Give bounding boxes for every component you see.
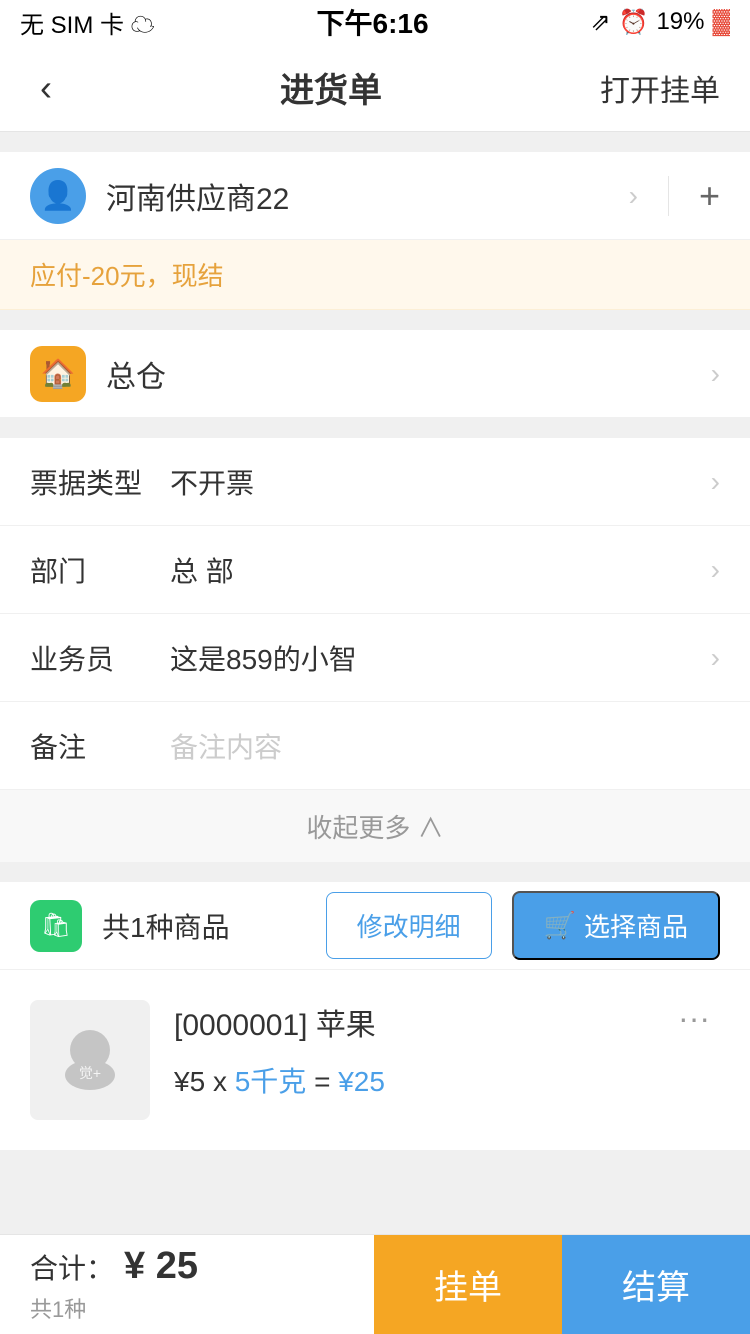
remark-row[interactable]: 备注 备注内容 — [0, 702, 750, 790]
product-unit-price: ¥5 — [174, 1066, 205, 1097]
product-header: 🛍 共1种商品 修改明细 🛒 选择商品 — [0, 882, 750, 970]
product-count: 共1种商品 — [102, 906, 306, 946]
supplier-row[interactable]: 👤 河南供应商22 › + — [0, 152, 750, 240]
suspend-button[interactable]: 挂单 — [374, 1235, 562, 1334]
total-label: 合计： — [30, 1247, 114, 1287]
salesperson-value: 这是859的小智 — [170, 638, 711, 678]
department-chevron-icon: › — [711, 554, 720, 586]
total-amount: ¥ 25 — [124, 1245, 198, 1288]
location-icon: ⇗ — [590, 8, 610, 37]
warning-bar: 应付-20元，现结 — [0, 240, 750, 310]
product-quantity: 5千克 — [235, 1066, 307, 1097]
department-label: 部门 — [30, 550, 170, 590]
open-suspend-button[interactable]: 打开挂单 — [600, 66, 720, 110]
collapse-label: 收起更多 ∧ — [306, 808, 443, 845]
invoice-type-value: 不开票 — [170, 462, 711, 502]
product-name: [0000001] 苹果 — [174, 1000, 644, 1044]
gap-2 — [0, 310, 750, 330]
select-product-button[interactable]: 🛒 选择商品 — [512, 891, 720, 960]
invoice-type-chevron-icon: › — [711, 466, 720, 498]
salesperson-label: 业务员 — [30, 638, 170, 678]
supplier-row-right: › + — [629, 175, 720, 217]
gap-1 — [0, 132, 750, 152]
total-sub: 共1种 — [30, 1292, 344, 1324]
product-thumbnail: 觉+ — [30, 1000, 150, 1120]
sim-signal: 无 SIM 卡 ☁ — [20, 5, 155, 40]
bottom-bar: 合计： ¥ 25 共1种 挂单 结算 — [0, 1234, 750, 1334]
supplier-avatar: 👤 — [30, 168, 86, 224]
supplier-name: 河南供应商22 — [106, 174, 629, 218]
product-info: [0000001] 苹果 ¥5 x 5千克 = ¥25 — [174, 1000, 644, 1100]
product-equals: = — [314, 1066, 338, 1097]
warning-text: 应付-20元，现结 — [30, 261, 224, 291]
supplier-section: 👤 河南供应商22 › + 应付-20元，现结 — [0, 152, 750, 310]
product-multiply: x — [213, 1066, 235, 1097]
department-value: 总 部 — [170, 550, 711, 590]
product-section: 🛍 共1种商品 修改明细 🛒 选择商品 觉+ [0000001] 苹果 ¥5 x — [0, 882, 750, 1151]
avatar-icon: 👤 — [41, 179, 76, 212]
add-button[interactable]: + — [699, 175, 720, 217]
product-code: [0000001] — [174, 1009, 307, 1042]
form-section: 票据类型 不开票 › 部门 总 部 › 业务员 这是859的小智 › 备注 备注… — [0, 438, 750, 790]
remark-label: 备注 — [30, 726, 170, 766]
status-left: 无 SIM 卡 ☁ — [20, 5, 155, 40]
warehouse-section: 🏠 总仓 › — [0, 330, 750, 418]
back-button[interactable]: ‹ — [30, 57, 62, 119]
invoice-type-label: 票据类型 — [30, 462, 170, 502]
nav-bar: ‹ 进货单 打开挂单 — [0, 44, 750, 132]
warehouse-icon: 🏠 — [30, 346, 86, 402]
product-title: 苹果 — [316, 1009, 376, 1042]
product-item: 觉+ [0000001] 苹果 ¥5 x 5千克 = ¥25 ··· — [0, 970, 750, 1151]
status-bar: 无 SIM 卡 ☁ 下午6:16 ⇗ ⏰ 19% ▓ — [0, 0, 750, 44]
alarm-icon: ⏰ — [619, 8, 649, 37]
product-price-row: ¥5 x 5千克 = ¥25 — [174, 1060, 644, 1100]
status-time: 下午6:16 — [317, 2, 429, 42]
warehouse-chevron-icon: › — [711, 358, 720, 390]
product-icon: 🛍 — [30, 900, 82, 952]
edit-detail-button[interactable]: 修改明细 — [326, 892, 492, 959]
status-right: ⇗ ⏰ 19% ▓ — [590, 8, 730, 37]
page-title: 进货单 — [280, 63, 382, 112]
divider — [668, 176, 669, 216]
checkout-button[interactable]: 结算 — [562, 1235, 750, 1334]
product-total: ¥25 — [338, 1066, 385, 1097]
gap-4 — [0, 862, 750, 882]
product-thumb-icon: 觉+ — [50, 1020, 130, 1100]
chevron-right-icon: › — [629, 180, 638, 212]
bag-icon: 🛍 — [41, 911, 71, 940]
department-row[interactable]: 部门 总 部 › — [0, 526, 750, 614]
salesperson-chevron-icon: › — [711, 642, 720, 674]
collapse-row[interactable]: 收起更多 ∧ — [0, 790, 750, 862]
battery-level: 19% — [656, 8, 704, 36]
battery-icon: ▓ — [712, 8, 730, 36]
svg-text:觉+: 觉+ — [79, 1065, 101, 1081]
total-main: 合计： ¥ 25 — [30, 1245, 344, 1288]
invoice-type-row[interactable]: 票据类型 不开票 › — [0, 438, 750, 526]
gap-3 — [0, 418, 750, 438]
product-more-button[interactable]: ··· — [668, 1000, 720, 1037]
warehouse-name: 总仓 — [106, 352, 711, 396]
remark-input[interactable]: 备注内容 — [170, 726, 720, 766]
salesperson-row[interactable]: 业务员 这是859的小智 › — [0, 614, 750, 702]
warehouse-row[interactable]: 🏠 总仓 › — [0, 330, 750, 418]
select-product-label: 选择商品 — [584, 907, 688, 944]
cart-icon: 🛒 — [544, 910, 576, 941]
bottom-total: 合计： ¥ 25 共1种 — [0, 1245, 374, 1324]
